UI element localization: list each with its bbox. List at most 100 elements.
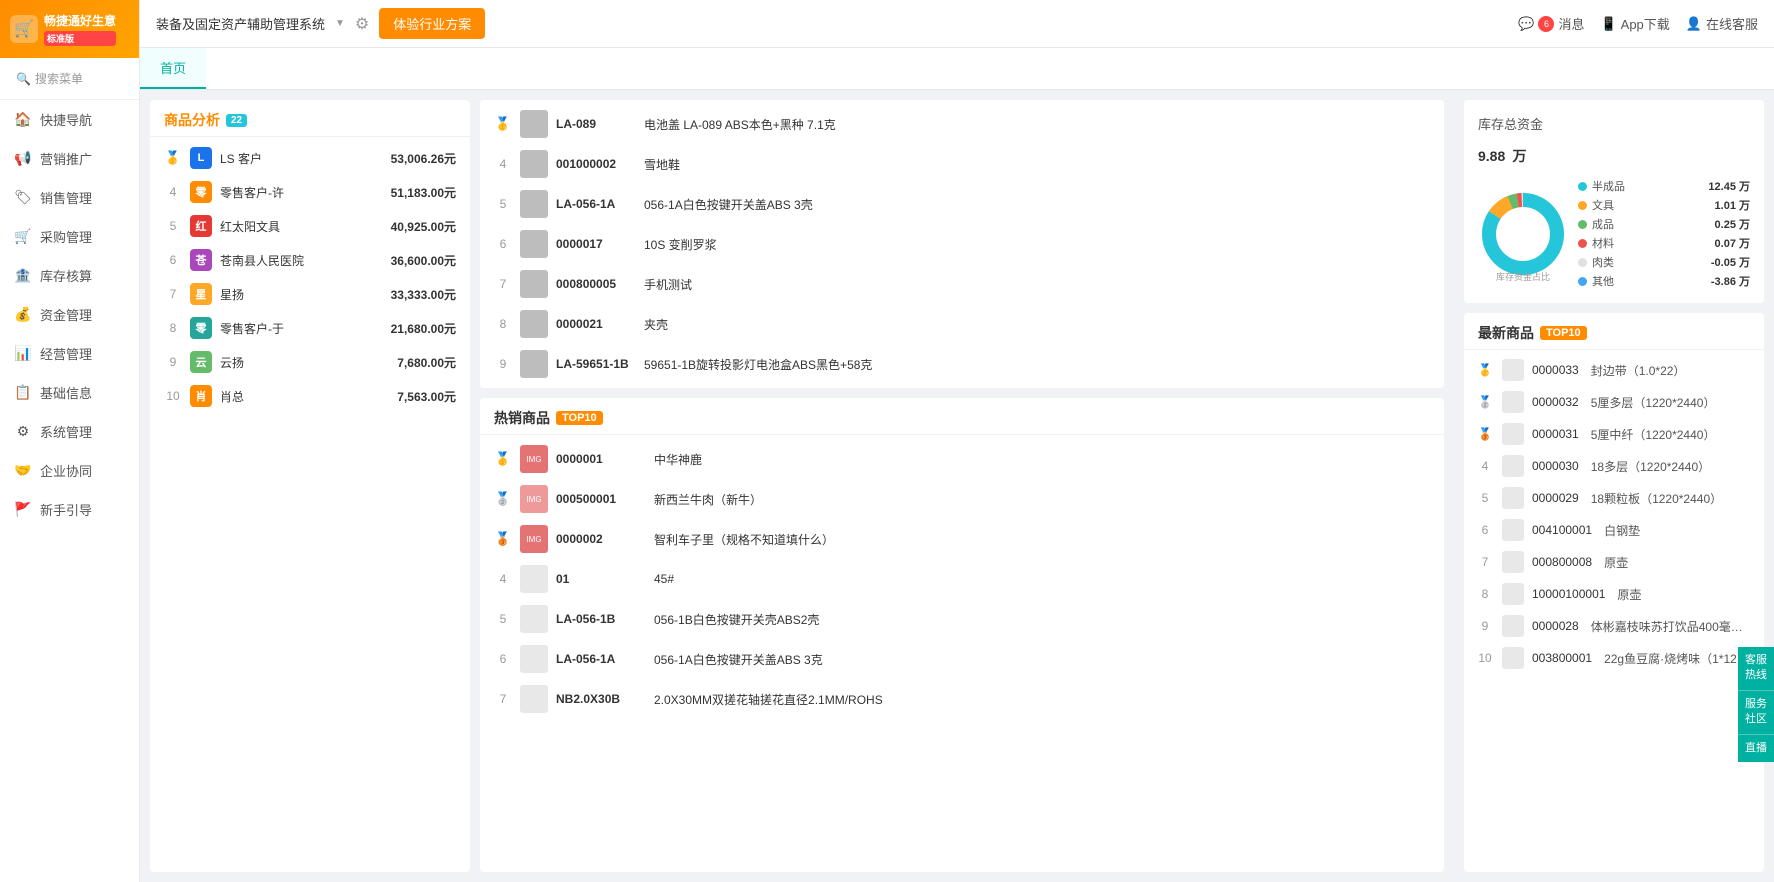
newest-num-8: 8 [1476,587,1494,601]
hot-name-7: 2.0X30MM双搓花轴搓花直径2.1MM/ROHS [654,691,1430,708]
newest-item-10[interactable]: 10 003800001 22g鱼豆腐·烧烤味（1*12*20） [1464,642,1764,670]
float-service: 客服热线 服务社区 直播 [1738,647,1774,762]
recent-item-4[interactable]: 6 0000017 10S 变削罗浆 [480,224,1444,264]
notification-item[interactable]: 💬 6 消息 [1518,14,1584,33]
newest-item-3[interactable]: 🥉 0000031 5厘中纤（1220*2440） [1464,418,1764,450]
avatar-4: 苍 [190,249,212,271]
legend-val-2: 0.25 万 [1715,216,1750,232]
sidebar-item-operations[interactable]: 📊 经营管理 [0,334,139,373]
customer-value-1: 53,006.26元 [391,150,456,167]
recent-item-2[interactable]: 4 001000002 雪地鞋 [480,144,1444,184]
settings-icon[interactable]: ⚙ [355,14,369,34]
recent-num-3: 5 [494,197,512,211]
two-col-panels: 商品分析 22 🥇 L LS 客户 53,006.26元 4 零 [150,100,1444,872]
newest-code-1: 0000033 [1532,363,1579,377]
sidebar-item-basics[interactable]: 📋 基础信息 [0,373,139,412]
recent-item-3[interactable]: 5 LA-056-1A 056-1A白色按键开关盖ABS 3壳 [480,184,1444,224]
rank-item-1[interactable]: 🥇 L LS 客户 53,006.26元 [150,141,470,175]
newest-img-8 [1502,583,1524,605]
newest-item-1[interactable]: 🥇 0000033 封边带（1.0*22） [1464,354,1764,386]
newest-item-6[interactable]: 6 004100001 白钢垫 [1464,514,1764,546]
inventory-number: 9.88 [1478,148,1505,164]
customer-value-8: 7,563.00元 [397,388,456,405]
float-service-hotline[interactable]: 客服热线 [1738,647,1774,691]
hot-products-panel: 热销商品 TOP10 🥇 IMG 0000001 中华神鹿 [480,398,1444,872]
logo-icon: 🛒 [10,15,38,43]
float-service-community[interactable]: 服务社区 [1738,691,1774,735]
rank-item-8[interactable]: 10 肖 肖总 7,563.00元 [150,379,470,413]
newest-product-list: 🥇 0000033 封边带（1.0*22） 🥈 0000032 5厘多层（122… [1464,350,1764,670]
sidebar-item-guide[interactable]: 🚩 新手引导 [0,490,139,529]
sidebar-item-purchase[interactable]: 🛒 采购管理 [0,217,139,256]
hot-item-5[interactable]: 5 LA-056-1B 056-1B白色按键开关壳ABS2壳 [480,599,1444,639]
customer-value-4: 36,600.00元 [391,252,456,269]
newest-item-2[interactable]: 🥈 0000032 5厘多层（1220*2440） [1464,386,1764,418]
recent-img-6 [520,310,548,338]
newest-item-4[interactable]: 4 0000030 18多层（1220*2440） [1464,450,1764,482]
trial-button[interactable]: 体验行业方案 [379,8,485,39]
sidebar-item-inventory[interactable]: 🏦 库存核算 [0,256,139,295]
newest-name-2: 5厘多层（1220*2440） [1591,394,1752,411]
hot-medal-2: 🥈 [494,491,512,507]
rank-item-2[interactable]: 4 零 零售客户-许 51,183.00元 [150,175,470,209]
rank-item-4[interactable]: 6 苍 苍南县人民医院 36,600.00元 [150,243,470,277]
hot-code-2: 000500001 [556,492,646,506]
recent-code-4: 0000017 [556,237,636,251]
rank-num-8: 10 [164,389,182,403]
phone-icon: 📱 [1600,16,1616,32]
recent-item-5[interactable]: 7 000800005 手机测试 [480,264,1444,304]
newest-name-3: 5厘中纤（1220*2440） [1591,426,1752,443]
rank-num-3: 5 [164,219,182,233]
sidebar-item-sales[interactable]: 🏷 销售管理 [0,178,139,217]
hot-item-7[interactable]: 7 NB2.0X30B 2.0X30MM双搓花轴搓花直径2.1MM/ROHS [480,679,1444,715]
sales-top10-header: 商品分析 22 [150,100,470,137]
hot-item-1[interactable]: 🥇 IMG 0000001 中华神鹿 [480,439,1444,479]
hot-name-5: 056-1B白色按键开关壳ABS2壳 [654,611,1430,628]
newest-item-5[interactable]: 5 0000029 18颗粒板（1220*2440） [1464,482,1764,514]
rank-item-6[interactable]: 8 零 零售客户-于 21,680.00元 [150,311,470,345]
hot-item-6[interactable]: 6 LA-056-1A 056-1A白色按键开关盖ABS 3克 [480,639,1444,679]
sidebar-item-home[interactable]: 🏠 快捷导航 [0,100,139,139]
hot-item-4[interactable]: 4 01 45# [480,559,1444,599]
dropdown-icon[interactable]: ▼ [335,18,345,29]
newest-item-7[interactable]: 7 000800008 原壶 [1464,546,1764,578]
hot-item-3[interactable]: 🥉 IMG 0000002 智利车子里（规格不知道填什么） [480,519,1444,559]
rank-item-5[interactable]: 7 星 星扬 33,333.00元 [150,277,470,311]
sidebar-item-marketing[interactable]: 📢 营销推广 [0,139,139,178]
rank-item-3[interactable]: 5 红 红太阳文具 40,925.00元 [150,209,470,243]
system-name: 装备及固定资产辅助管理系统 [156,14,325,33]
notification-badge: 6 [1538,16,1554,32]
newest-code-3: 0000031 [1532,427,1579,441]
tab-home[interactable]: 首页 [140,48,206,89]
search-icon: 🔍 [16,72,31,86]
float-service-live[interactable]: 直播 [1738,735,1774,762]
recent-item-1[interactable]: 🥇 LA-089 电池盖 LA-089 ABS本色+黑种 7.1克 [480,104,1444,144]
online-service-item[interactable]: 👤 在线客服 [1686,14,1758,33]
chart-label: 库存资金占比 [1478,270,1568,283]
content-area: 商品分析 22 🥇 L LS 客户 53,006.26元 4 零 [140,90,1454,882]
newest-item-8[interactable]: 8 10000100001 原壶 [1464,578,1764,610]
recent-item-7[interactable]: 9 LA-59651-1B 59651-1B旋转投影灯电池盒ABS黑色+58克 [480,344,1444,384]
avatar-8: 肖 [190,385,212,407]
recent-num-6: 8 [494,317,512,331]
sidebar-item-collab[interactable]: 🤝 企业协同 [0,451,139,490]
sidebar-item-system[interactable]: ⚙ 系统管理 [0,412,139,451]
hot-medal-1: 🥇 [494,451,512,467]
page-tabs: 首页 [140,48,1774,90]
rank-num-2: 4 [164,185,182,199]
hot-img-7 [520,685,548,713]
search-menu-area[interactable]: 🔍 搜索菜单 [0,58,139,100]
recent-product-list: 🥇 LA-089 电池盖 LA-089 ABS本色+黑种 7.1克 4 0010… [480,100,1444,388]
customer-name-4: 苍南县人民医院 [220,252,383,269]
sidebar-item-finance[interactable]: 💰 资金管理 [0,295,139,334]
app-download-item[interactable]: 📱 App下载 [1600,14,1669,33]
hot-name-4: 45# [654,572,1430,586]
legend-name-5: 其他 [1592,273,1706,289]
hot-item-2[interactable]: 🥈 IMG 000500001 新西兰牛肉（新牛） [480,479,1444,519]
recent-item-6[interactable]: 8 0000021 夹壳 [480,304,1444,344]
nav-label-guide: 新手引导 [40,500,92,519]
newest-img-1 [1502,359,1524,381]
newest-item-9[interactable]: 9 0000028 体彬嘉枝味苏打饮品400毫升（1*15） [1464,610,1764,642]
rank-item-7[interactable]: 9 云 云扬 7,680.00元 [150,345,470,379]
medal-1: 🥇 [164,150,182,166]
